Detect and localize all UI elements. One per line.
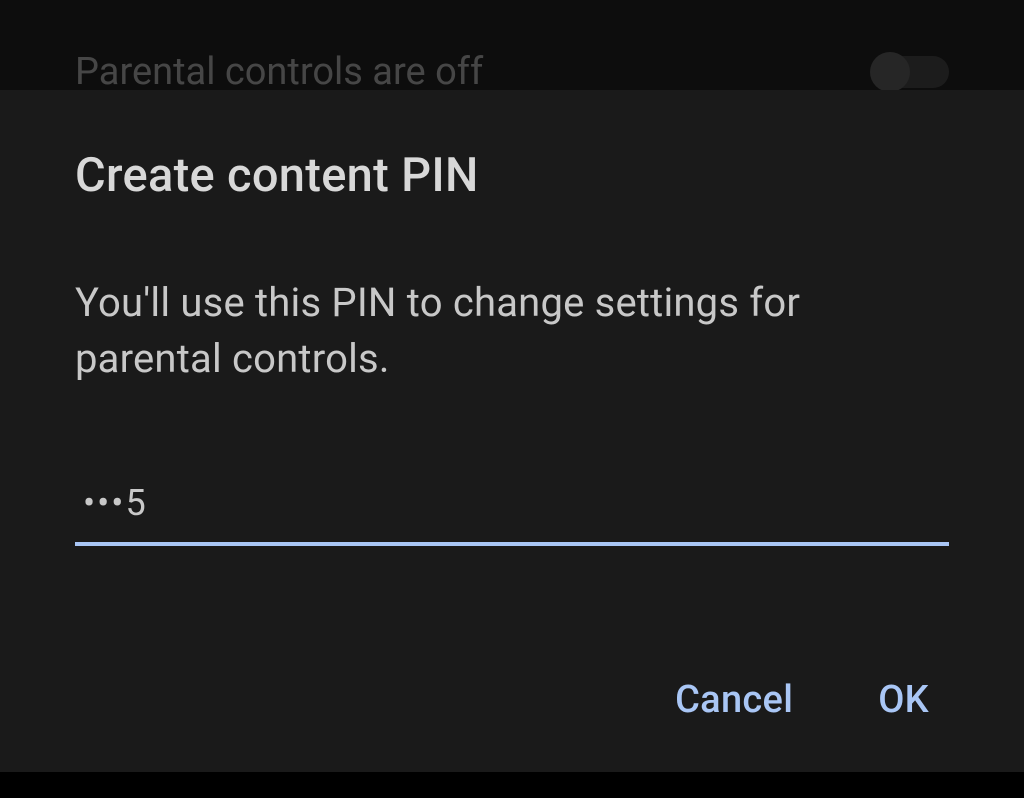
dialog-actions: Cancel OK [75, 638, 949, 722]
toggle-thumb-icon [870, 52, 910, 92]
pin-input-wrapper [75, 482, 949, 546]
pin-input[interactable] [75, 482, 949, 546]
nav-bar-area [0, 772, 1024, 798]
parental-controls-row: Parental controls are off [75, 50, 949, 94]
parental-controls-label: Parental controls are off [75, 50, 483, 94]
cancel-button[interactable]: Cancel [675, 678, 793, 722]
dialog-title: Create content PIN [75, 148, 949, 203]
ok-button[interactable]: OK [878, 678, 929, 722]
create-pin-dialog: Create content PIN You'll use this PIN t… [0, 90, 1024, 772]
dialog-body-text: You'll use this PIN to change settings f… [75, 275, 949, 387]
parental-controls-toggle[interactable] [874, 56, 949, 88]
